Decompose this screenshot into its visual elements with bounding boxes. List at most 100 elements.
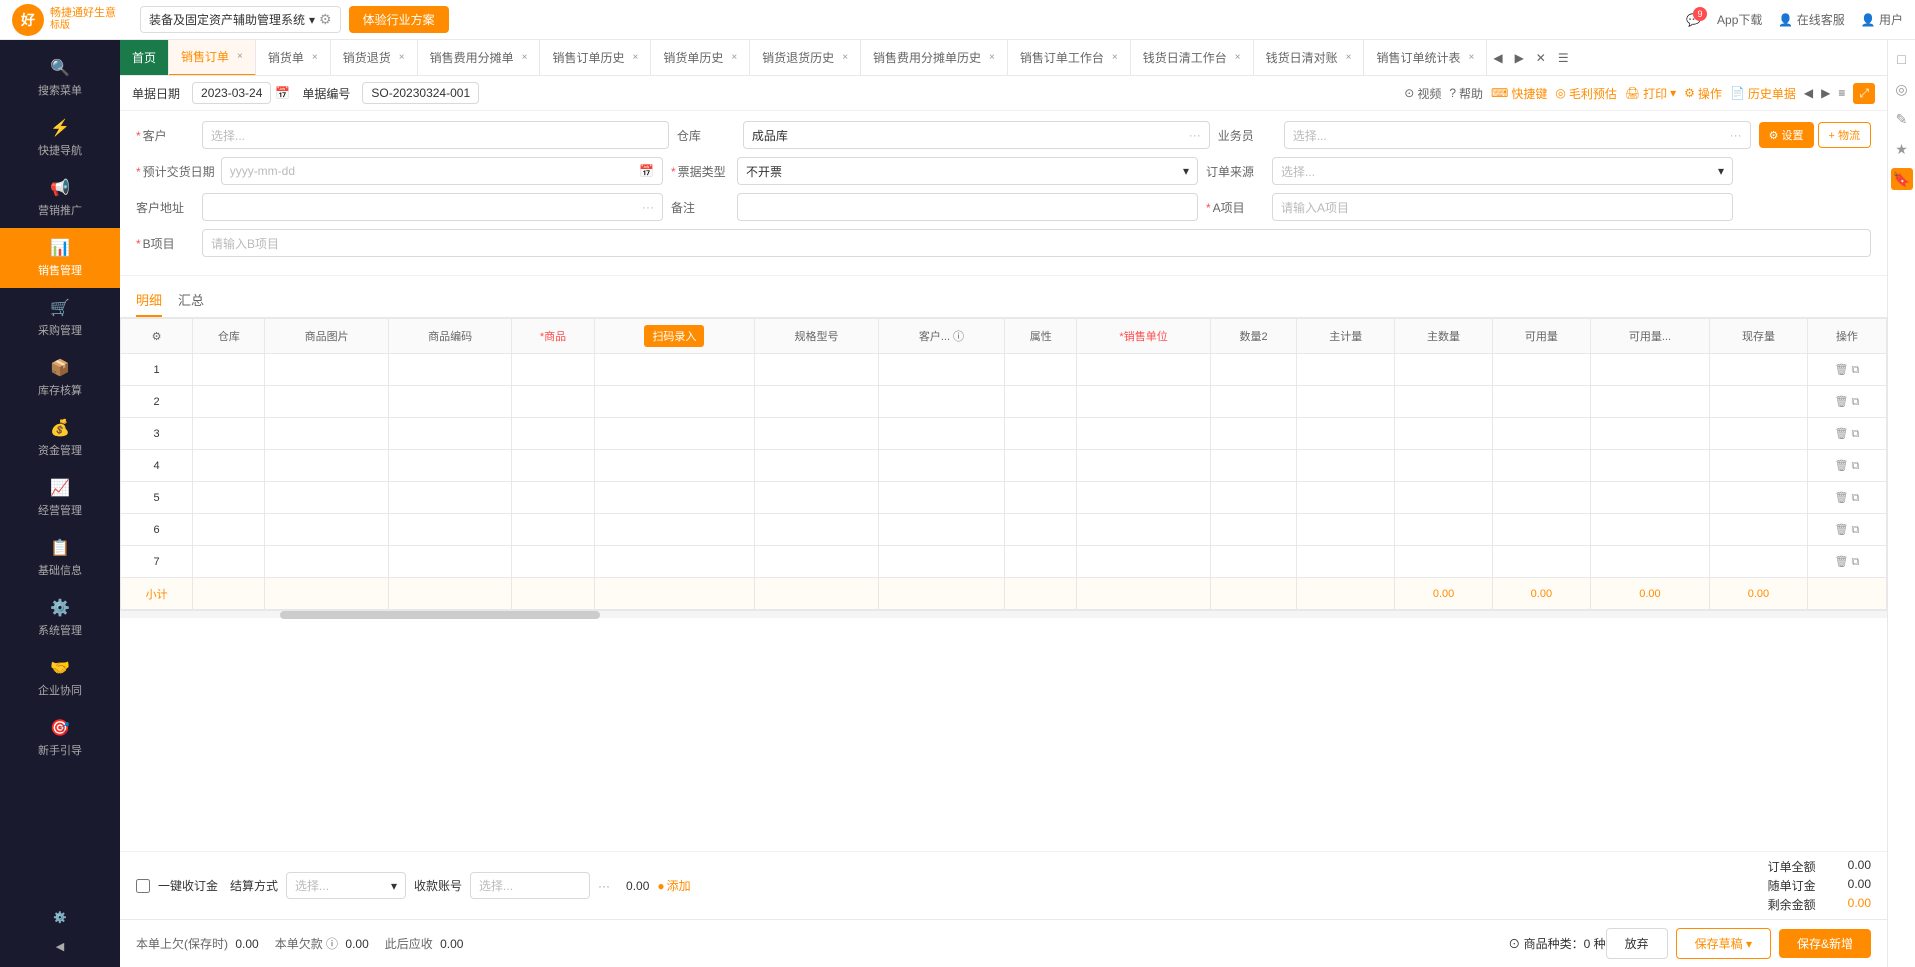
nav-prev-btn[interactable]: ◀	[1804, 86, 1813, 100]
account-select[interactable]: 选择...	[470, 872, 590, 899]
sidebar-item-operations[interactable]: 📈 经营管理	[0, 468, 120, 528]
help-btn[interactable]: ? 帮助	[1449, 85, 1483, 102]
copy-icon[interactable]: ⧉	[1852, 492, 1860, 504]
solution-button[interactable]: 体验行业方案	[349, 6, 449, 33]
message-icon[interactable]: 💬 9	[1686, 13, 1701, 27]
tab-close-icon[interactable]: ×	[312, 52, 318, 63]
online-service-link[interactable]: 👤 在线客服	[1778, 11, 1844, 28]
row-available[interactable]	[1492, 354, 1590, 386]
print-btn[interactable]: 🖨 打印 ▾	[1625, 85, 1676, 102]
row-main-unit[interactable]	[1297, 354, 1395, 386]
one-click-checkbox[interactable]	[136, 879, 150, 893]
row-customer-code[interactable]	[878, 354, 1004, 386]
tab-close-icon[interactable]: ×	[632, 52, 638, 63]
settings-icon[interactable]: ⚙	[319, 11, 332, 28]
view-toggle-btn[interactable]: ≡	[1838, 86, 1845, 100]
discard-button[interactable]: 放弃	[1606, 928, 1668, 959]
row-available2[interactable]	[1590, 354, 1709, 386]
doc-date-field[interactable]: 2023-03-24	[192, 82, 271, 104]
sidebar-item-system[interactable]: ⚙️ 系统管理	[0, 588, 120, 648]
tab-close-icon[interactable]: ×	[237, 51, 243, 62]
tab-prev-btn[interactable]: ◀	[1487, 51, 1508, 65]
system-selector[interactable]: 装备及固定资产辅助管理系统 ▾ ⚙	[140, 6, 341, 33]
copy-icon[interactable]: ⧉	[1852, 364, 1860, 376]
tab-sales-expense[interactable]: 销售费用分摊单 ×	[418, 40, 541, 76]
profit-btn[interactable]: ◎ 毛利预估	[1555, 85, 1617, 102]
order-source-select[interactable]: 选择... ▾	[1272, 157, 1733, 185]
tab-detail[interactable]: 明细	[136, 284, 162, 317]
tab-next-btn[interactable]: ▶	[1509, 51, 1530, 65]
row-spec[interactable]	[755, 354, 878, 386]
sidebar-item-collab[interactable]: 🤝 企业协同	[0, 648, 120, 708]
row-image[interactable]	[265, 354, 388, 386]
col-settings[interactable]: ⚙	[121, 319, 193, 354]
row-product[interactable]	[512, 354, 594, 386]
delete-icon[interactable]: 🗑	[1834, 428, 1848, 440]
copy-icon[interactable]: ⧉	[1852, 396, 1860, 408]
project-b-input[interactable]: 请输入B项目	[202, 229, 1871, 257]
view-btn[interactable]: ⊙ 视频	[1404, 85, 1441, 102]
tab-close-icon[interactable]: ×	[1235, 52, 1241, 63]
right-panel-btn-2[interactable]: ◎	[1891, 78, 1913, 100]
sidebar-gear-btn[interactable]: ⚙️	[0, 905, 120, 930]
add-payment-btn[interactable]: ● 添加	[657, 877, 690, 894]
sidebar-item-basic[interactable]: 📋 基础信息	[0, 528, 120, 588]
tab-workbench[interactable]: 销售订单工作台 ×	[1008, 40, 1131, 76]
remark-input[interactable]	[737, 193, 1198, 221]
doc-no-field[interactable]: SO-20230324-001	[362, 82, 479, 104]
warehouse-input[interactable]: 成品库 ···	[743, 121, 1210, 149]
sidebar-item-nav[interactable]: ⚡ 快捷导航	[0, 108, 120, 168]
row-current[interactable]	[1710, 354, 1808, 386]
calendar-icon[interactable]: 📅	[275, 86, 290, 100]
invoice-type-select[interactable]: 不开票 ▾	[737, 157, 1198, 185]
delete-icon[interactable]: 🗑	[1834, 556, 1848, 568]
scroll-area[interactable]	[120, 610, 1887, 618]
row-warehouse[interactable]	[193, 354, 265, 386]
row-qty2[interactable]	[1210, 354, 1296, 386]
tab-statistics[interactable]: 销售订单统计表 ×	[1364, 40, 1487, 76]
tab-return-history[interactable]: 销货退货历史 ×	[750, 40, 861, 76]
tab-goods-history[interactable]: 销货单历史 ×	[651, 40, 750, 76]
tab-close-icon[interactable]: ×	[1468, 52, 1474, 63]
tab-menu-btn[interactable]: ☰	[1552, 51, 1575, 65]
tab-expense-history[interactable]: 销售费用分摊单历史 ×	[861, 40, 1008, 76]
tab-close-icon[interactable]: ×	[399, 52, 405, 63]
nav-next-btn[interactable]: ▶	[1821, 86, 1830, 100]
delete-icon[interactable]: 🗑	[1834, 524, 1848, 536]
app-download-link[interactable]: App下载	[1717, 11, 1762, 28]
logistics-btn[interactable]: + 物流	[1818, 122, 1871, 148]
copy-icon[interactable]: ⧉	[1852, 556, 1860, 568]
right-panel-btn-4[interactable]: ★	[1891, 138, 1913, 160]
delete-icon[interactable]: 🗑	[1834, 396, 1848, 408]
tab-sales-return[interactable]: 销货退货 ×	[331, 40, 418, 76]
address-input[interactable]: ···	[202, 193, 663, 221]
row-attribute[interactable]	[1005, 354, 1077, 386]
tab-close-icon[interactable]: ×	[522, 52, 528, 63]
copy-icon[interactable]: ⧉	[1852, 524, 1860, 536]
save-draft-button[interactable]: 保存草稿 ▾	[1676, 928, 1771, 959]
tab-summary[interactable]: 汇总	[178, 284, 204, 317]
delete-icon[interactable]: 🗑	[1834, 364, 1848, 376]
tab-sales-goods[interactable]: 销货单 ×	[256, 40, 331, 76]
user-avatar[interactable]: 👤 用户	[1861, 11, 1903, 28]
shortcut-btn[interactable]: ⌨ 快捷键	[1491, 85, 1547, 102]
sidebar-item-inventory[interactable]: 📦 库存核算	[0, 348, 120, 408]
scan-btn[interactable]: 扫码录入	[644, 325, 704, 347]
expand-btn[interactable]: ⤢	[1853, 83, 1875, 104]
customer-input[interactable]: 选择...	[202, 121, 669, 149]
sidebar-item-sales[interactable]: 📊 销售管理	[0, 228, 120, 288]
tab-close-icon[interactable]: ×	[1346, 52, 1352, 63]
sidebar-item-marketing[interactable]: 📢 营销推广	[0, 168, 120, 228]
tab-close-icon[interactable]: ×	[989, 52, 995, 63]
dots-icon[interactable]: ···	[598, 879, 610, 893]
delivery-date-input[interactable]: yyyy-mm-dd 📅	[221, 157, 663, 185]
right-panel-btn-3[interactable]: ✎	[1891, 108, 1913, 130]
delete-icon[interactable]: 🗑	[1834, 492, 1848, 504]
operation-btn[interactable]: ⚙ 操作	[1684, 85, 1722, 102]
sidebar-item-search[interactable]: 🔍 搜索菜单	[0, 48, 120, 108]
tab-daily-clear[interactable]: 钱货日清工作台 ×	[1131, 40, 1254, 76]
scroll-thumb[interactable]	[280, 611, 600, 619]
settings-btn[interactable]: ⚙ 设置	[1759, 122, 1814, 148]
row-main-qty[interactable]	[1395, 354, 1493, 386]
row-code[interactable]	[388, 354, 511, 386]
